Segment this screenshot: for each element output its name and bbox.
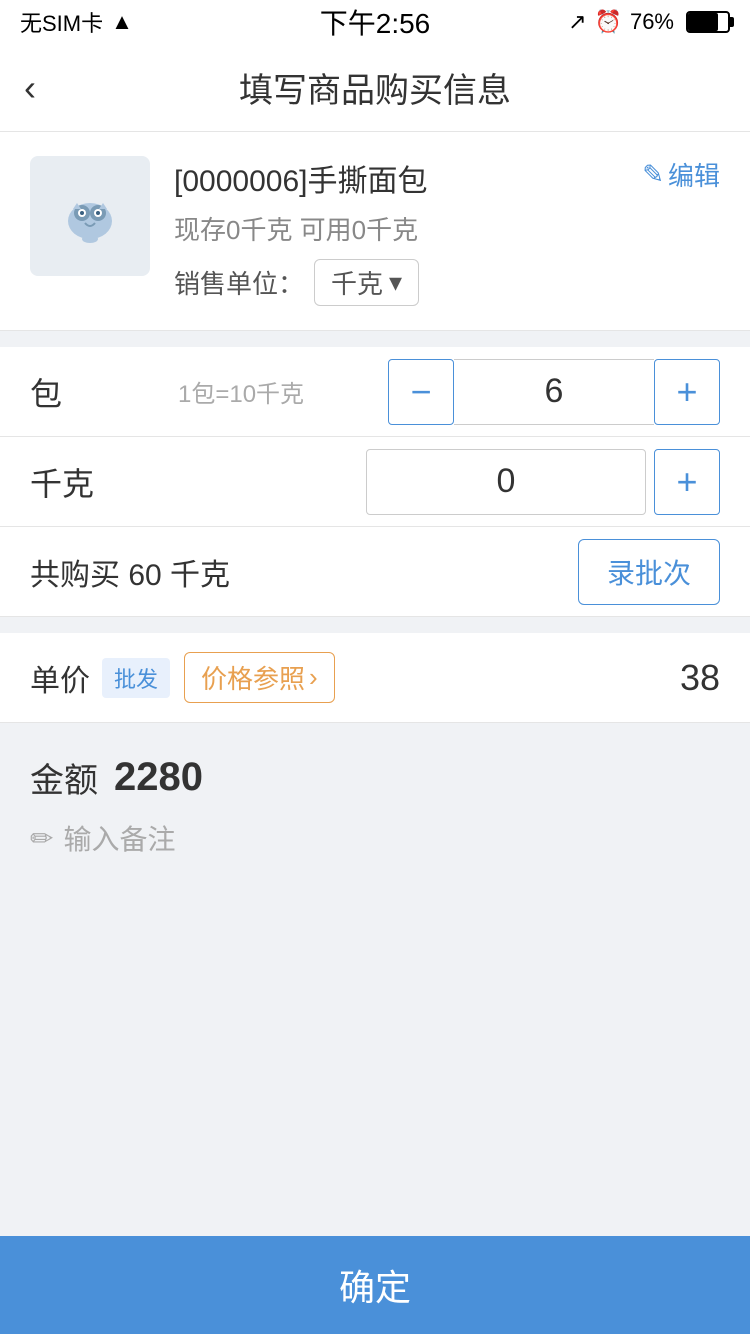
kg-quantity-input[interactable] (366, 449, 646, 515)
page-title: 填写商品购买信息 (239, 63, 511, 112)
amount-value: 2280 (114, 755, 203, 800)
spacer (0, 878, 750, 1178)
product-name: [0000006]手撕面包 (174, 156, 427, 200)
unit-select[interactable]: 千克 ▾ (314, 259, 419, 306)
price-row: 单价 批发 价格参照 › 38 (0, 633, 750, 723)
status-bar: 无SIM卡 ▲ 下午2:56 ↗ ⏰ 76% (0, 0, 750, 44)
package-label: 包 (30, 369, 170, 415)
product-stock: 现存0千克 可用0千克 (174, 210, 720, 247)
product-info: [0000006]手撕面包 ✎ 编辑 现存0千克 可用0千克 销售单位： 千克 … (174, 156, 720, 306)
price-section: 单价 批发 价格参照 › 38 (0, 633, 750, 723)
package-plus-button[interactable]: + (654, 359, 720, 425)
note-icon: ✏ (30, 822, 53, 855)
location-icon: ↗ (568, 9, 586, 35)
main-content: [0000006]手撕面包 ✎ 编辑 现存0千克 可用0千克 销售单位： 千克 … (0, 132, 750, 1276)
summary-text: 共购买 60 千克 (30, 550, 230, 594)
product-name-row: [0000006]手撕面包 ✎ 编辑 (174, 156, 720, 200)
record-batch-button[interactable]: 录批次 (578, 539, 720, 605)
status-right: ↗ ⏰ 76% (568, 9, 730, 35)
unit-dropdown-icon: ▾ (389, 267, 402, 298)
product-card: [0000006]手撕面包 ✎ 编辑 现存0千克 可用0千克 销售单位： 千克 … (0, 132, 750, 331)
edit-label: 编辑 (668, 156, 720, 193)
package-input-control: − + (388, 359, 720, 425)
battery-icon (686, 11, 730, 33)
amount-section: 金额 2280 ✏ 输入备注 (0, 723, 750, 878)
package-minus-button[interactable]: − (388, 359, 454, 425)
edit-button[interactable]: ✎ 编辑 (642, 156, 720, 193)
confirm-button-label: 确定 (339, 1259, 411, 1311)
price-label: 单价 (30, 656, 90, 700)
product-image (30, 156, 150, 276)
summary-row: 共购买 60 千克 录批次 (0, 527, 750, 617)
package-quantity-input[interactable] (454, 359, 654, 425)
package-sub-label: 1包=10千克 (178, 374, 304, 409)
product-unit-row: 销售单位： 千克 ▾ (174, 259, 720, 306)
amount-row: 金额 2280 (30, 753, 720, 802)
carrier-text: 无SIM卡 (20, 6, 103, 38)
kg-label: 千克 (30, 459, 170, 505)
kg-input-control: + (366, 449, 720, 515)
note-placeholder: 输入备注 (63, 818, 175, 858)
price-type-badge: 批发 (102, 658, 170, 698)
status-left: 无SIM卡 ▲ (20, 6, 133, 38)
footer[interactable]: 确定 (0, 1236, 750, 1334)
price-ref-label: 价格参照 (201, 659, 305, 696)
unit-label: 销售单位： (174, 264, 304, 301)
price-value: 38 (680, 657, 720, 699)
amount-label: 金额 (30, 753, 98, 802)
package-input-row: 包 1包=10千克 − + (0, 347, 750, 437)
price-reference-button[interactable]: 价格参照 › (184, 652, 335, 703)
battery-percent: 76% (630, 9, 674, 35)
package-input-section: 包 1包=10千克 − + 千克 + (0, 347, 750, 527)
note-row[interactable]: ✏ 输入备注 (30, 818, 720, 858)
wifi-icon: ▲ (111, 9, 133, 35)
divider-1 (0, 331, 750, 347)
nav-bar: ‹ 填写商品购买信息 (0, 44, 750, 132)
edit-icon: ✎ (642, 159, 664, 190)
unit-value: 千克 (331, 264, 383, 301)
price-ref-arrow-icon: › (309, 662, 318, 693)
kg-input-row: 千克 + (0, 437, 750, 527)
divider-2 (0, 617, 750, 633)
back-button[interactable]: ‹ (24, 67, 36, 109)
alarm-icon: ⏰ (595, 9, 622, 35)
status-time: 下午2:56 (320, 2, 431, 42)
kg-plus-button[interactable]: + (654, 449, 720, 515)
